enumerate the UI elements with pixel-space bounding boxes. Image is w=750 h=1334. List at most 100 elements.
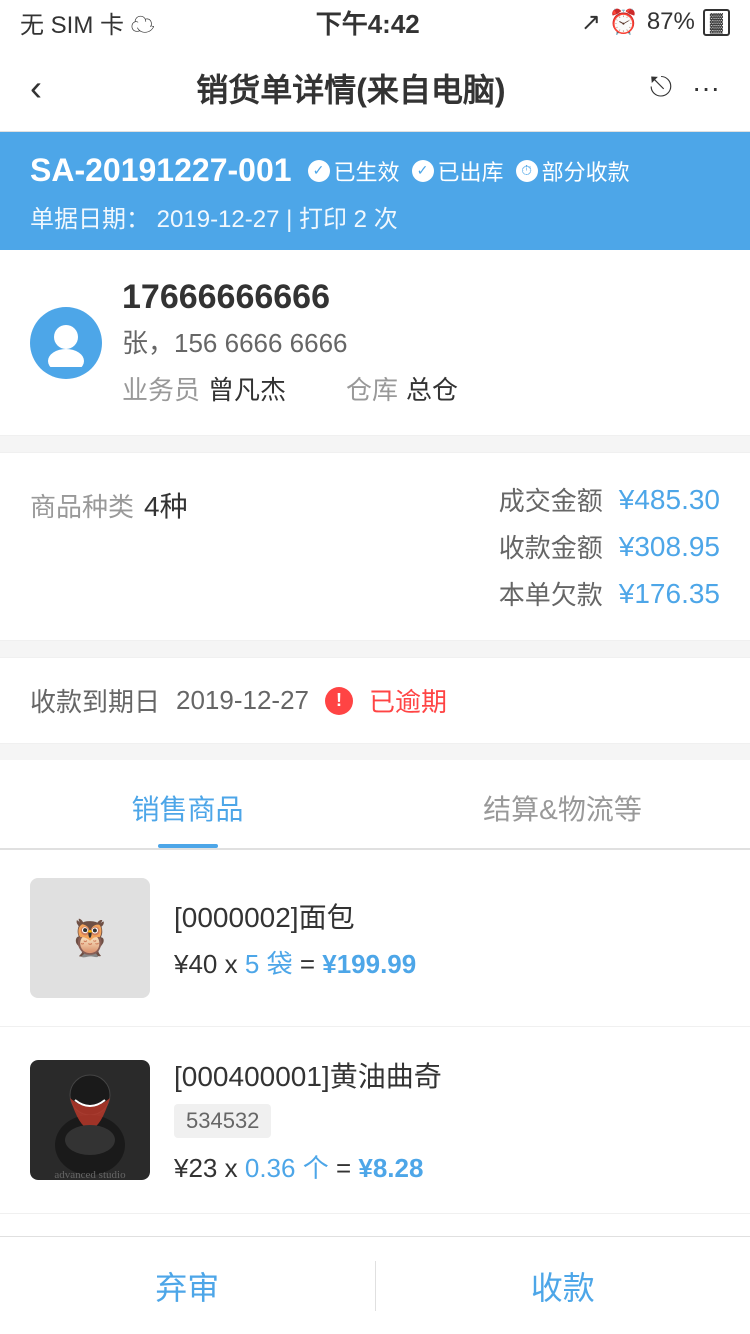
product-name-2: [000400001]黄油曲奇 xyxy=(174,1055,720,1095)
category-label: 商品种类 xyxy=(30,487,134,524)
tab-settlement-label: 结算&物流等 xyxy=(483,794,642,825)
received-label: 收款金额 xyxy=(499,528,603,565)
debt-amount-line: 本单欠款 ¥176.35 xyxy=(499,575,720,612)
debt-label: 本单欠款 xyxy=(499,575,603,612)
stats-row: 商品种类 4种 成交金额 ¥485.30 收款金额 ¥308.95 本单欠款 ¥… xyxy=(30,481,720,612)
financial-stats: 成交金额 ¥485.30 收款金额 ¥308.95 本单欠款 ¥176.35 xyxy=(499,481,720,612)
avatar xyxy=(30,307,102,379)
check-icon-shipped: ✓ xyxy=(412,160,434,182)
check-icon-effective: ✓ xyxy=(308,160,330,182)
print-info: | 打印 2 次 xyxy=(286,206,398,233)
tab-products[interactable]: 销售商品 xyxy=(0,760,375,848)
category-stats: 商品种类 4种 xyxy=(30,481,188,525)
bottom-bar: 弃审 收款 xyxy=(0,1236,750,1334)
deal-label: 成交金额 xyxy=(499,481,603,518)
status-right: ↗ ⏰ 87% ▓ xyxy=(581,8,730,37)
status-time: 下午4:42 xyxy=(316,4,420,41)
status-left: 无 SIM 卡 ☁ xyxy=(20,5,155,40)
product-name-1: [0000002]面包 xyxy=(174,896,720,936)
product-sku-2: 534532 xyxy=(174,1104,271,1138)
sales-person: 业务员 曾凡杰 xyxy=(122,370,286,407)
warehouse: 仓库 总仓 xyxy=(346,370,458,407)
more-button[interactable]: ··· xyxy=(692,72,720,104)
customer-name-phone: 张，156 6666 6666 xyxy=(122,323,720,360)
badge-effective: ✓ 已生效 xyxy=(308,155,400,187)
nav-bar: ‹ 销货单详情(来自电脑) ⎋ ··· xyxy=(0,44,750,132)
avatar-icon xyxy=(42,319,90,367)
tabs-row: 销售商品 结算&物流等 xyxy=(0,760,750,848)
received-value: ¥308.95 xyxy=(619,531,720,563)
location-icon: ↗ xyxy=(581,8,601,37)
price-unit-1: 袋 xyxy=(267,949,293,979)
sim-label: 无 SIM 卡 ☁ xyxy=(20,5,155,40)
due-label: 收款到期日 xyxy=(30,682,160,719)
customer-meta: 业务员 曾凡杰 仓库 总仓 xyxy=(122,370,720,407)
badge-partial-payment: ⏱ 部分收款 xyxy=(516,155,630,187)
share-button[interactable]: ⎋ xyxy=(650,71,672,104)
overdue-icon: ! xyxy=(325,687,353,715)
warehouse-label: 仓库 xyxy=(346,370,398,407)
deal-value: ¥485.30 xyxy=(619,484,720,516)
price-base-1: ¥40 xyxy=(174,949,217,979)
product-item: 🦉 [0000002]面包 ¥40 x 5 袋 = ¥199.99 xyxy=(0,850,750,1027)
category-value: 4种 xyxy=(144,485,188,525)
due-date-section: 收款到期日 2019-12-27 ! 已逾期 xyxy=(0,657,750,744)
header-date-row: 单据日期： 2019-12-27 | 打印 2 次 xyxy=(30,199,720,234)
product-image-1: 🦉 xyxy=(30,878,150,998)
back-button[interactable]: ‹ xyxy=(20,57,52,119)
price-unit-2: 个 xyxy=(303,1153,329,1183)
badge-shipped: ✓ 已出库 xyxy=(412,155,504,187)
price-total-1: ¥199.99 xyxy=(322,949,416,979)
battery-label: 87% xyxy=(647,8,695,36)
product-item-2: advanced studio [000400001]黄油曲奇 534532 ¥… xyxy=(0,1027,750,1214)
tab-products-label: 销售商品 xyxy=(131,794,243,825)
nav-actions: ⎋ ··· xyxy=(650,71,720,104)
warehouse-value: 总仓 xyxy=(406,370,458,407)
product-info-1: [0000002]面包 ¥40 x 5 袋 = ¥199.99 xyxy=(174,896,720,981)
price-base-2: ¥23 xyxy=(174,1153,217,1183)
price-eq-2: = xyxy=(336,1153,358,1183)
received-amount-line: 收款金额 ¥308.95 xyxy=(499,528,720,565)
header-row1: SA-20191227-001 ✓ 已生效 ✓ 已出库 ⏱ 部分收款 xyxy=(30,152,720,189)
product-thumbnail-2: advanced studio xyxy=(30,1060,150,1180)
svg-text:advanced studio: advanced studio xyxy=(54,1169,126,1180)
tabs-section: 销售商品 结算&物流等 xyxy=(0,760,750,850)
price-eq-1: = xyxy=(300,949,322,979)
customer-info: 17666666666 张，156 6666 6666 业务员 曾凡杰 仓库 总… xyxy=(122,278,720,407)
date-label: 单据日期： xyxy=(30,206,150,233)
product-price-2: ¥23 x 0.36 个 = ¥8.28 xyxy=(174,1148,720,1185)
sales-label: 业务员 xyxy=(122,370,200,407)
sales-value: 曾凡杰 xyxy=(208,370,286,407)
customer-section: 17666666666 张，156 6666 6666 业务员 曾凡杰 仓库 总… xyxy=(0,250,750,436)
reject-button[interactable]: 弃审 xyxy=(0,1243,375,1329)
product-info-2: [000400001]黄油曲奇 534532 ¥23 x 0.36 个 = ¥8… xyxy=(174,1055,720,1185)
status-badges: ✓ 已生效 ✓ 已出库 ⏱ 部分收款 xyxy=(308,155,630,187)
customer-id: 17666666666 xyxy=(122,278,720,317)
confirm-payment-button[interactable]: 收款 xyxy=(376,1243,750,1329)
battery-icon: ▓ xyxy=(703,9,730,36)
clock-icon-payment: ⏱ xyxy=(516,160,538,182)
product-image-2: advanced studio xyxy=(30,1060,150,1180)
status-bar: 无 SIM 卡 ☁ 下午4:42 ↗ ⏰ 87% ▓ xyxy=(0,0,750,44)
price-qty-2: 0.36 xyxy=(245,1153,296,1183)
product-price-1: ¥40 x 5 袋 = ¥199.99 xyxy=(174,944,720,981)
overdue-text: 已逾期 xyxy=(369,682,447,719)
due-date: 2019-12-27 xyxy=(176,685,309,716)
price-qty-1: 5 xyxy=(245,949,259,979)
product-thumbnail-icon-1: 🦉 xyxy=(50,898,130,978)
price-x-2: x xyxy=(225,1153,245,1183)
tab-settlement[interactable]: 结算&物流等 xyxy=(375,760,750,848)
product-placeholder-1: 🦉 xyxy=(30,878,150,998)
order-header-banner: SA-20191227-001 ✓ 已生效 ✓ 已出库 ⏱ 部分收款 xyxy=(0,132,750,250)
debt-value: ¥176.35 xyxy=(619,578,720,610)
alarm-icon: ⏰ xyxy=(609,8,639,37)
price-total-2: ¥8.28 xyxy=(358,1153,423,1183)
price-x-1: x xyxy=(225,949,245,979)
page-title: 销货单详情(来自电脑) xyxy=(52,65,650,111)
deal-amount-line: 成交金额 ¥485.30 xyxy=(499,481,720,518)
svg-text:🦉: 🦉 xyxy=(68,917,113,958)
customer-row: 17666666666 张，156 6666 6666 业务员 曾凡杰 仓库 总… xyxy=(30,278,720,407)
stats-section: 商品种类 4种 成交金额 ¥485.30 收款金额 ¥308.95 本单欠款 ¥… xyxy=(0,452,750,641)
order-date: 2019-12-27 xyxy=(157,206,280,233)
order-number: SA-20191227-001 xyxy=(30,152,292,189)
